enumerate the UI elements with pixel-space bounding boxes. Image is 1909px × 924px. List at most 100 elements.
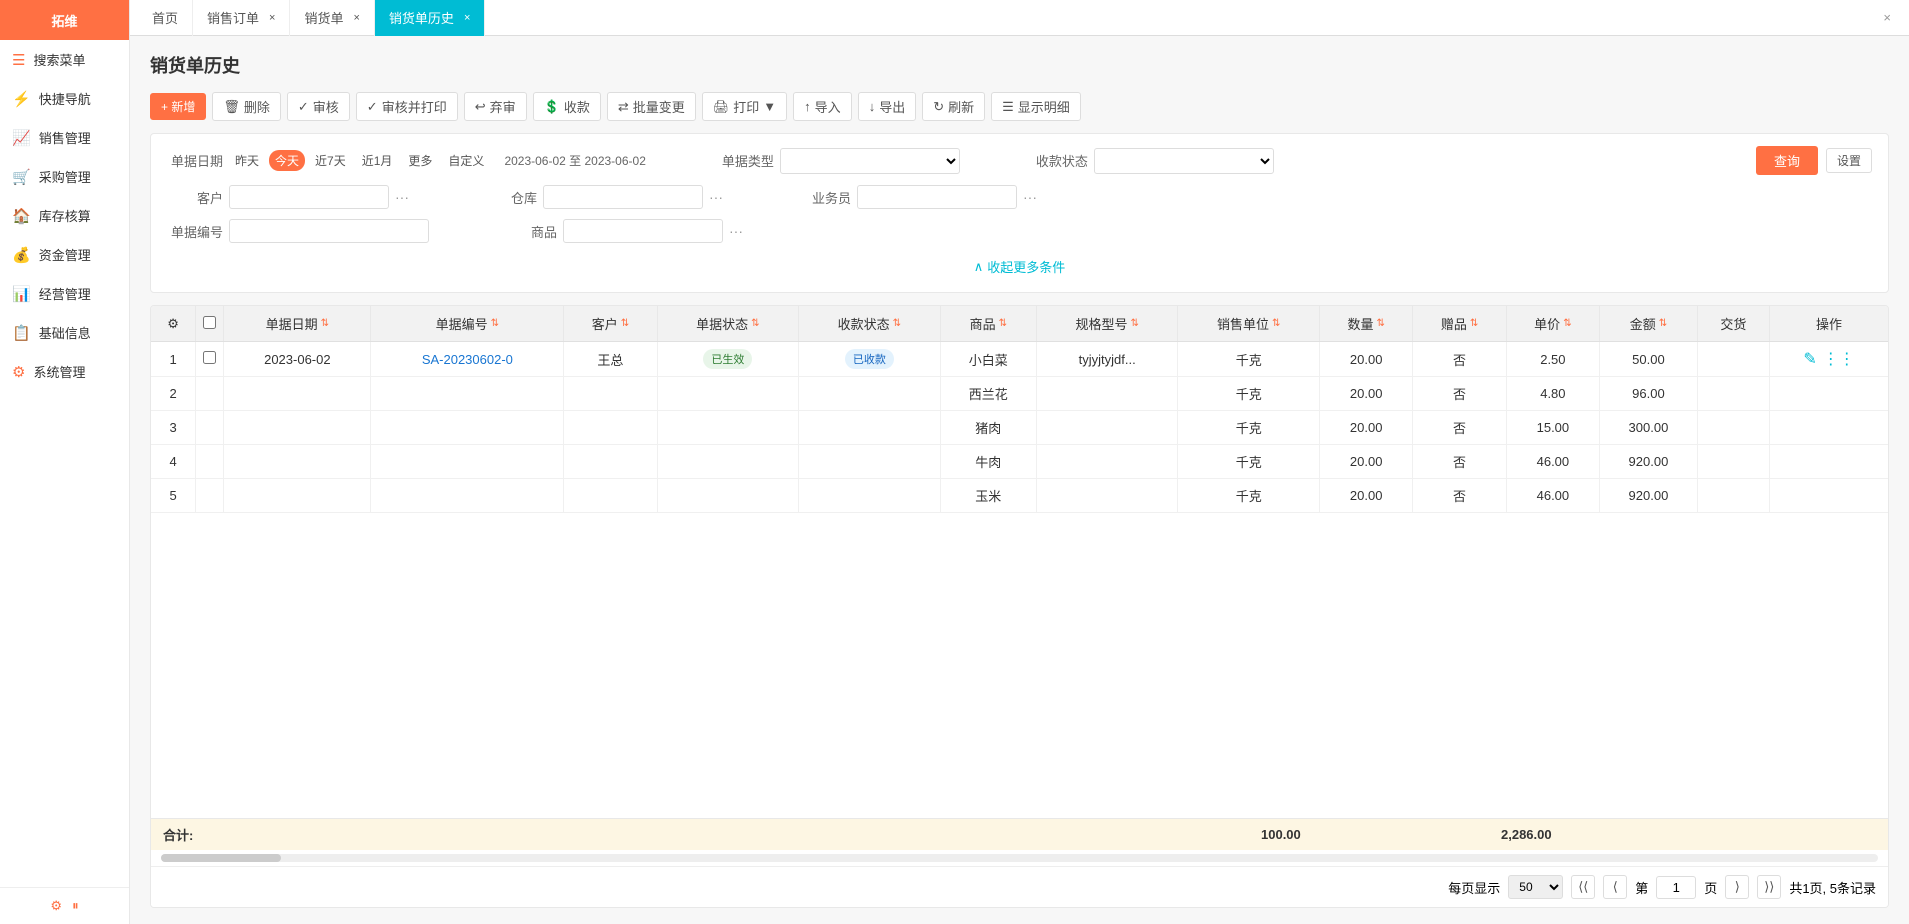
tab-home[interactable]: 首页 — [138, 0, 193, 36]
sidebar-item-system-mgmt[interactable]: ⚙ 系统管理 — [0, 352, 129, 391]
sales-mgmt-icon: 📈 — [12, 129, 31, 147]
filter-settings-button[interactable]: 设置 — [1826, 148, 1872, 173]
prev-page-button[interactable]: ⟨ — [1603, 875, 1627, 899]
export-icon: ↓ — [869, 99, 876, 114]
sort-amount[interactable]: ⇅ — [1659, 318, 1667, 329]
sort-doc-date[interactable]: ⇅ — [321, 318, 329, 329]
toolbar: + 新增 🗑 删除 ✓ 审核 ✓ 审核并打印 ↩ 弃审 💲 收款 — [150, 92, 1889, 121]
batch-change-icon: ⇄ — [618, 99, 629, 115]
sidebar-item-inventory-calc[interactable]: 🏠 库存核算 — [0, 196, 129, 235]
first-page-button[interactable]: ⟨⟨ — [1571, 875, 1595, 899]
main-area: 首页 销售订单 × 销货单 × 销货单历史 × × 销货单历史 + 新增 🗑 删… — [130, 0, 1909, 924]
tab-sales-history-close[interactable]: × — [464, 12, 470, 24]
table-container: ⚙ 单据日期 ⇅ 单据编号 ⇅ — [150, 305, 1889, 908]
sidebar-item-sales-mgmt[interactable]: 📈 销售管理 — [0, 118, 129, 157]
import-icon: ↑ — [804, 99, 811, 114]
filter-warehouse-input[interactable] — [543, 185, 703, 209]
th-doc-date: 单据日期 ⇅ — [224, 306, 371, 342]
tab-sales-history[interactable]: 销货单历史 × — [375, 0, 485, 36]
filter-customer-input[interactable] — [229, 185, 389, 209]
content-area: 销货单历史 + 新增 🗑 删除 ✓ 审核 ✓ 审核并打印 ↩ 弃审 💲 收款 — [130, 36, 1909, 924]
filter-collect-status-item: 收款状态 — [1032, 148, 1274, 174]
next-page-button[interactable]: ⟩ — [1725, 875, 1749, 899]
sort-doc-status[interactable]: ⇅ — [751, 318, 759, 329]
last-page-button[interactable]: ⟩⟩ — [1757, 875, 1781, 899]
row-checkbox[interactable] — [203, 351, 216, 364]
th-settings[interactable]: ⚙ — [151, 306, 196, 342]
edit-action[interactable]: ✎ — [1803, 349, 1816, 369]
th-amount: 金额 ⇅ — [1600, 306, 1698, 342]
date-more[interactable]: 更多 — [402, 150, 438, 171]
sidebar-item-fund-mgmt[interactable]: 💰 资金管理 — [0, 235, 129, 274]
export-button[interactable]: ↓ 导出 — [858, 92, 917, 121]
sort-goods[interactable]: ⇅ — [999, 318, 1007, 329]
sort-gift[interactable]: ⇅ — [1470, 318, 1478, 329]
filter-customer-item: 客户 ··· — [167, 185, 409, 209]
sort-collect-status[interactable]: ⇅ — [893, 318, 901, 329]
show-detail-button[interactable]: ☰ 显示明细 — [991, 92, 1081, 121]
sidebar-item-purchase-mgmt[interactable]: 🛒 采购管理 — [0, 157, 129, 196]
table-scroll-area[interactable]: ⚙ 单据日期 ⇅ 单据编号 ⇅ — [151, 306, 1888, 818]
review-print-button[interactable]: ✓ 审核并打印 — [356, 92, 458, 121]
sort-customer[interactable]: ⇅ — [621, 318, 629, 329]
filter-salesperson-input[interactable] — [857, 185, 1017, 209]
abandon-button[interactable]: ↩ 弃审 — [464, 92, 527, 121]
tab-sales-order[interactable]: 销售订单 × — [193, 0, 290, 36]
refresh-button[interactable]: ↻ 刷新 — [922, 92, 985, 121]
sort-spec[interactable]: ⇅ — [1131, 318, 1139, 329]
sort-doc-no[interactable]: ⇅ — [491, 318, 499, 329]
sidebar-item-quick-nav[interactable]: ⚡ 快捷导航 — [0, 79, 129, 118]
th-unit-price: 单价 ⇅ — [1506, 306, 1599, 342]
sort-quantity[interactable]: ⇅ — [1376, 318, 1384, 329]
filter-collect-status-select[interactable] — [1094, 148, 1274, 174]
more-action[interactable]: ⋮⋮ — [1823, 349, 1855, 369]
sort-unit-price[interactable]: ⇅ — [1563, 318, 1571, 329]
tab-sales-goods-close[interactable]: × — [353, 12, 359, 24]
sidebar-pause-icon[interactable]: ⏸ — [72, 898, 79, 914]
date-today[interactable]: 今天 — [269, 150, 305, 171]
horizontal-scrollbar[interactable] — [161, 854, 1878, 862]
goods-ellipsis[interactable]: ··· — [729, 223, 743, 239]
page-input[interactable] — [1656, 876, 1696, 899]
import-button[interactable]: ↑ 导入 — [793, 92, 852, 121]
batch-change-button[interactable]: ⇄ 批量变更 — [607, 92, 696, 121]
sidebar-item-basic-info[interactable]: 📋 基础信息 — [0, 313, 129, 352]
filter-doc-type-select[interactable] — [780, 148, 960, 174]
date-1month[interactable]: 近1月 — [356, 150, 399, 171]
table-footer: 合计: 100.00 2,286.00 — [151, 818, 1888, 850]
sort-unit[interactable]: ⇅ — [1272, 318, 1280, 329]
filter-goods-input[interactable] — [563, 219, 723, 243]
th-quantity: 数量 ⇅ — [1319, 306, 1412, 342]
filter-row-3: 单据编号 商品 ··· — [167, 219, 1872, 243]
sidebar-item-operations-mgmt[interactable]: 📊 经营管理 — [0, 274, 129, 313]
filter-customer-label: 客户 — [167, 188, 223, 207]
per-page-select[interactable]: 50 100 — [1508, 875, 1563, 899]
sidebar-item-search-menu[interactable]: ☰ 搜索菜单 — [0, 40, 129, 79]
filter-docno-input[interactable] — [229, 219, 429, 243]
table-row: 5玉米千克20.00否46.00920.00 — [151, 479, 1888, 513]
review-button[interactable]: ✓ 审核 — [287, 92, 350, 121]
date-7days[interactable]: 近7天 — [309, 150, 352, 171]
print-button[interactable]: 🖨 打印 ▼ — [702, 92, 787, 121]
warehouse-ellipsis[interactable]: ··· — [709, 189, 723, 205]
close-all-tabs[interactable]: × — [1873, 10, 1901, 25]
salesperson-ellipsis[interactable]: ··· — [1023, 189, 1037, 205]
collect-button[interactable]: 💲 收款 — [533, 92, 601, 121]
scroll-thumb[interactable] — [161, 854, 281, 862]
query-button[interactable]: 查询 — [1756, 146, 1818, 175]
customer-ellipsis[interactable]: ··· — [395, 189, 409, 205]
tab-sales-order-close[interactable]: × — [269, 12, 275, 24]
delete-button[interactable]: 🗑 删除 — [212, 92, 281, 121]
collapse-filter-button[interactable]: ∧ 收起更多条件 — [167, 253, 1872, 280]
filter-salesperson-item: 业务员 ··· — [795, 185, 1037, 209]
date-custom[interactable]: 自定义 — [442, 150, 490, 171]
system-mgmt-icon: ⚙ — [12, 363, 25, 381]
select-all-checkbox[interactable] — [203, 316, 216, 329]
date-yesterday[interactable]: 昨天 — [229, 150, 265, 171]
sidebar-settings-icon[interactable]: ⚙ — [50, 898, 62, 914]
add-button[interactable]: + 新增 — [150, 93, 206, 120]
tab-sales-goods[interactable]: 销货单 × — [290, 0, 374, 36]
filter-goods-label: 商品 — [501, 222, 557, 241]
footer-label: 合计: — [163, 825, 193, 844]
filter-salesperson-label: 业务员 — [795, 188, 851, 207]
